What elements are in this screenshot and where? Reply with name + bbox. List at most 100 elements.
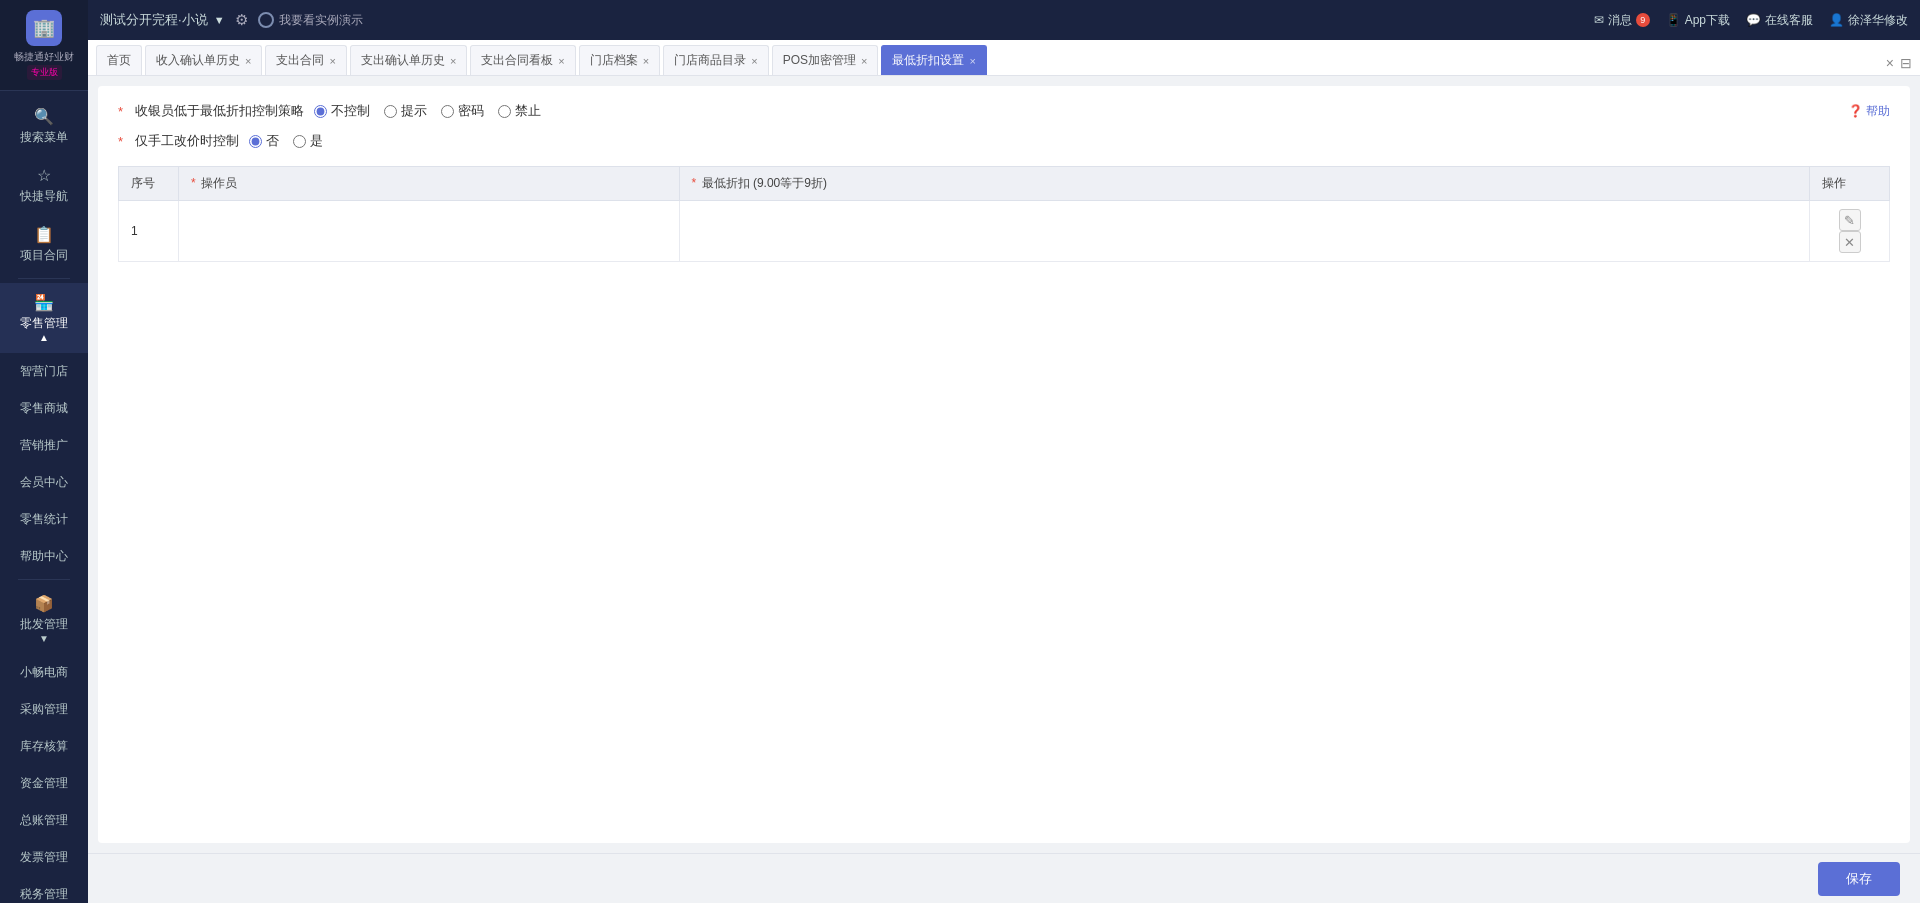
tab-close-icon[interactable]: ×	[751, 55, 757, 67]
sidebar-item-invoice[interactable]: 发票管理	[0, 839, 88, 876]
sidebar-item-label: 零售商城	[20, 400, 68, 417]
tab-label: 门店商品目录	[674, 52, 746, 69]
radio-remind-input[interactable]	[384, 105, 397, 118]
support-icon: 💬	[1746, 13, 1761, 27]
th-seq: 序号	[119, 167, 179, 201]
sidebar-item-retail-mall[interactable]: 零售商城	[0, 390, 88, 427]
tab-close-icon[interactable]: ×	[245, 55, 251, 67]
sidebar-item-smart-store[interactable]: 智营门店	[0, 353, 88, 390]
manual-price-radio-group: 否 是	[249, 132, 323, 150]
radio-no-label: 否	[266, 132, 279, 150]
radio-remind[interactable]: 提示	[384, 102, 427, 120]
app-logo-icon: 🏢	[26, 10, 62, 46]
form-section: * 收银员低于最低折扣控制策略 不控制 提示 密码	[118, 102, 1890, 150]
radio-password[interactable]: 密码	[441, 102, 484, 120]
tab-close-icon[interactable]: ×	[558, 55, 564, 67]
radio-yes-input[interactable]	[293, 135, 306, 148]
tab-close-icon[interactable]: ×	[329, 55, 335, 67]
tab-close-icon[interactable]: ×	[643, 55, 649, 67]
sidebar-item-label: 会员中心	[20, 474, 68, 491]
demo-button[interactable]: 我要看实例演示	[258, 12, 363, 29]
radio-forbid-input[interactable]	[498, 105, 511, 118]
sidebar-item-label: 采购管理	[20, 701, 68, 718]
tab-label: POS加密管理	[783, 52, 856, 69]
tab-income-history[interactable]: 收入确认单历史 ×	[145, 45, 262, 75]
sidebar-item-wholesale[interactable]: 📦 批发管理 ▼	[0, 584, 88, 654]
cell-actions: ✎ ✕	[1810, 201, 1890, 262]
radio-no-control[interactable]: 不控制	[314, 102, 370, 120]
tab-store-products[interactable]: 门店商品目录 ×	[663, 45, 768, 75]
chevron-down-icon: ▼	[39, 633, 49, 644]
sidebar-item-ecommerce[interactable]: 小畅电商	[0, 654, 88, 691]
radio-remind-label: 提示	[401, 102, 427, 120]
cell-operator	[179, 201, 680, 262]
app-download-button[interactable]: 📱 App下载	[1666, 12, 1730, 29]
sidebar-item-inventory[interactable]: 库存核算	[0, 728, 88, 765]
tab-payment-board[interactable]: 支出合同看板 ×	[470, 45, 575, 75]
sidebar-item-marketing[interactable]: 营销推广	[0, 427, 88, 464]
sidebar-item-tax[interactable]: 税务管理	[0, 876, 88, 903]
project-selector[interactable]: 测试分开完程·小说 ▼	[100, 11, 225, 29]
tab-payment-confirm-history[interactable]: 支出确认单历史 ×	[350, 45, 467, 75]
sidebar-item-label: 零售统计	[20, 511, 68, 528]
sidebar-item-label: 库存核算	[20, 738, 68, 755]
project-icon: 📋	[34, 225, 54, 244]
main-area: 测试分开完程·小说 ▼ ⚙ 我要看实例演示 ✉ 消息 9 📱 App下载 💬 在…	[88, 0, 1920, 903]
content-panel: * 收银员低于最低折扣控制策略 不控制 提示 密码	[98, 86, 1910, 843]
delete-row-button[interactable]: ✕	[1839, 231, 1861, 253]
tab-min-discount[interactable]: 最低折扣设置 ×	[881, 45, 986, 75]
radio-no[interactable]: 否	[249, 132, 279, 150]
tab-close-icon[interactable]: ×	[861, 55, 867, 67]
tab-payment-contract[interactable]: 支出合同 ×	[265, 45, 346, 75]
tab-label: 支出确认单历史	[361, 52, 445, 69]
th-operator: * 操作员	[179, 167, 680, 201]
online-support-button[interactable]: 💬 在线客服	[1746, 12, 1813, 29]
th-required-mark: *	[191, 176, 196, 190]
radio-no-control-input[interactable]	[314, 105, 327, 118]
messages-button[interactable]: ✉ 消息 9	[1594, 12, 1650, 29]
sidebar-item-retail[interactable]: 🏪 零售管理 ▲	[0, 283, 88, 353]
sidebar-item-search[interactable]: 🔍 搜索菜单	[0, 97, 88, 156]
sidebar-item-label: 快捷导航	[20, 188, 68, 205]
sidebar-item-finance[interactable]: 资金管理	[0, 765, 88, 802]
save-button[interactable]: 保存	[1818, 862, 1900, 896]
user-menu-button[interactable]: 👤 徐泽华修改	[1829, 12, 1908, 29]
sidebar-item-ledger[interactable]: 总账管理	[0, 802, 88, 839]
radio-forbid[interactable]: 禁止	[498, 102, 541, 120]
sidebar-item-label: 税务管理	[20, 886, 68, 903]
sidebar-item-retail-stats[interactable]: 零售统计	[0, 501, 88, 538]
tab-close-all-icon[interactable]: ×	[1886, 55, 1894, 71]
sidebar-item-projects[interactable]: 📋 项目合同	[0, 215, 88, 274]
cell-seq: 1	[119, 201, 179, 262]
search-icon: 🔍	[34, 107, 54, 126]
sidebar-item-help[interactable]: 帮助中心	[0, 538, 88, 575]
tab-pos-password[interactable]: POS加密管理 ×	[772, 45, 879, 75]
table-body: 1 ✎ ✕	[119, 201, 1890, 262]
tab-home[interactable]: 首页	[96, 45, 142, 75]
sidebar-item-member[interactable]: 会员中心	[0, 464, 88, 501]
tab-store-files[interactable]: 门店档案 ×	[579, 45, 660, 75]
help-label: 帮助	[1866, 103, 1890, 120]
radio-yes-label: 是	[310, 132, 323, 150]
sidebar: 🏢 畅捷通好业财 专业版 🔍 搜索菜单 ☆ 快捷导航 📋 项目合同 🏪 零售管理…	[0, 0, 88, 903]
tab-close-icon[interactable]: ×	[969, 55, 975, 67]
sidebar-item-shortcuts[interactable]: ☆ 快捷导航	[0, 156, 88, 215]
topbar-settings-icon[interactable]: ⚙	[235, 11, 248, 29]
question-icon: ❓	[1848, 104, 1863, 118]
help-button[interactable]: ❓ 帮助	[1848, 103, 1890, 120]
radio-no-control-label: 不控制	[331, 102, 370, 120]
radio-yes[interactable]: 是	[293, 132, 323, 150]
sidebar-item-label: 零售管理	[20, 315, 68, 332]
radio-password-input[interactable]	[441, 105, 454, 118]
sidebar-item-label: 发票管理	[20, 849, 68, 866]
chevron-down-icon: ▼	[214, 14, 225, 26]
project-name: 测试分开完程·小说	[100, 11, 208, 29]
sidebar-item-purchase[interactable]: 采购管理	[0, 691, 88, 728]
radio-no-input[interactable]	[249, 135, 262, 148]
tab-close-icon[interactable]: ×	[450, 55, 456, 67]
tab-menu-icon[interactable]: ⊟	[1900, 55, 1912, 71]
sidebar-item-label: 总账管理	[20, 812, 68, 829]
sidebar-item-label: 帮助中心	[20, 548, 68, 565]
sidebar-item-label: 智营门店	[20, 363, 68, 380]
edit-row-button[interactable]: ✎	[1839, 209, 1861, 231]
